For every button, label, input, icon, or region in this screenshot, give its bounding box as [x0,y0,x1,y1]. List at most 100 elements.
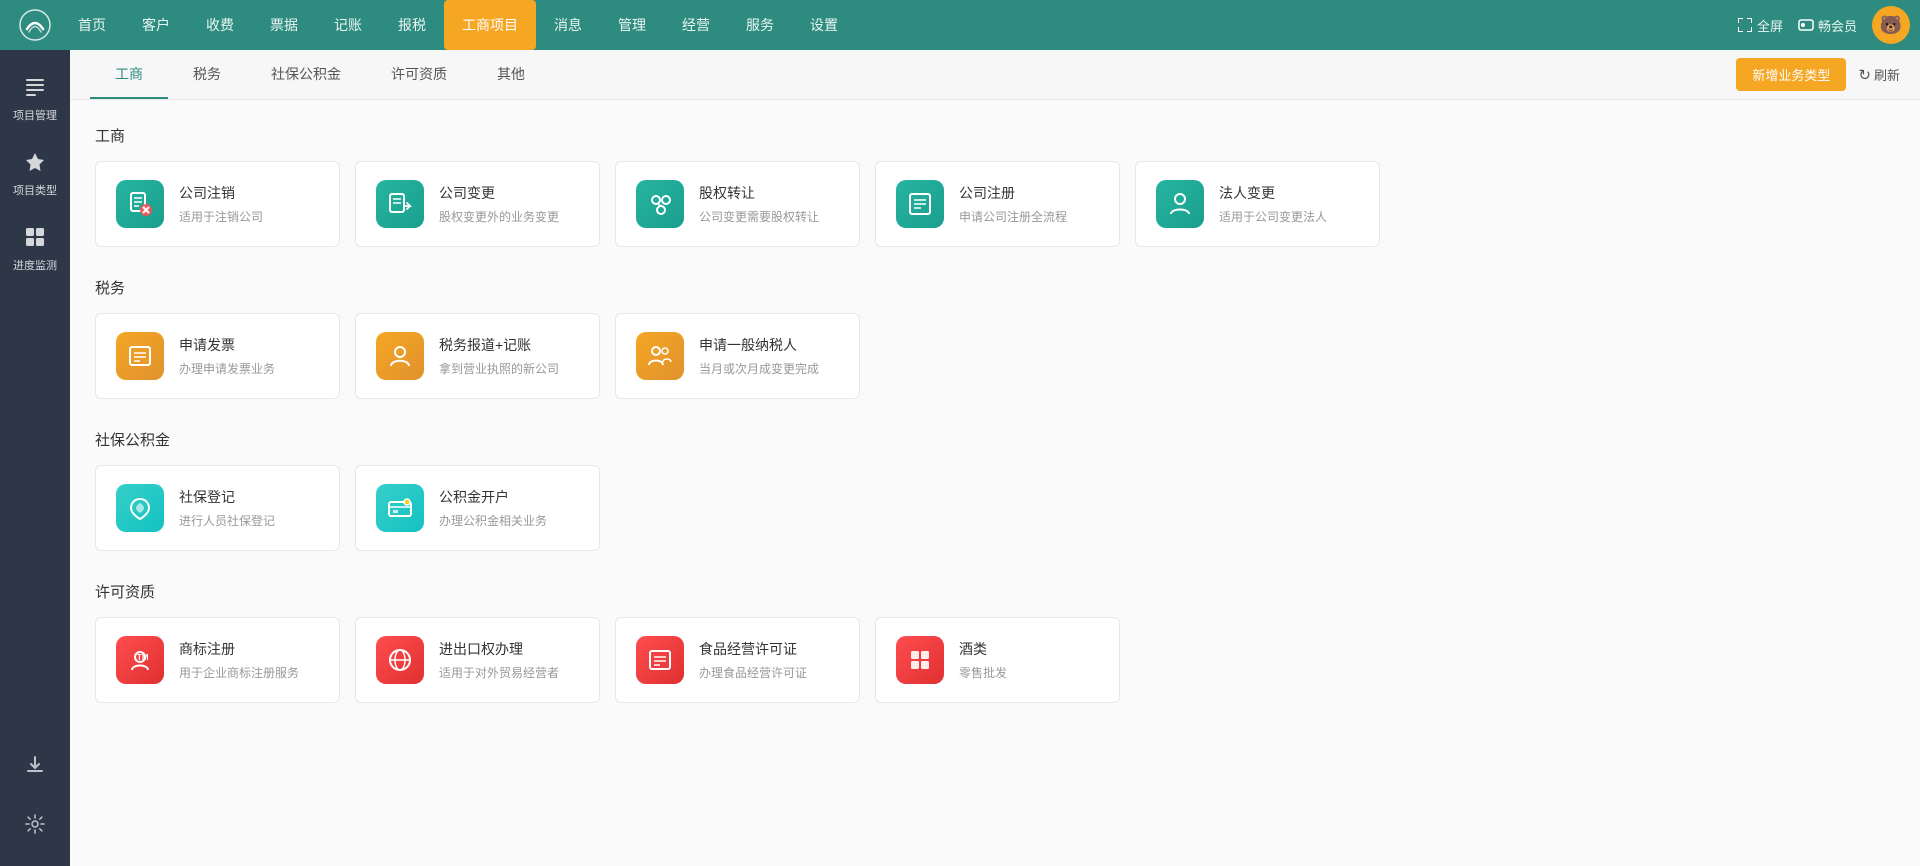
card-info: 税务报道+记账拿到营业执照的新公司 [439,335,579,377]
card-desc-text: 进行人员社保登记 [179,512,319,529]
card-info: 公司变更股权变更外的业务变更 [439,183,579,225]
nav-items: 首页客户收费票据记账报税工商项目消息管理经营服务设置 [60,0,1737,50]
card-title-text: 公司变更 [439,183,579,203]
fullscreen-button[interactable]: 全屏 [1737,16,1783,35]
cards-grid-许可资质: TM 商标注册用于企业商标注册服务 进出口权办理适用于对外贸易经营者 食品经营许可证办… [95,617,1895,703]
project-management-icon [20,72,50,102]
card-info: 股权转让公司变更需要股权转让 [699,183,839,225]
card-desc-text: 拿到营业执照的新公司 [439,360,579,377]
sidebar-bottom [15,738,55,866]
card-desc-text: 办理食品经营许可证 [699,664,839,681]
card-icon-申请一般纳税人 [636,332,684,380]
card-商标注册[interactable]: TM 商标注册用于企业商标注册服务 [95,617,340,703]
card-公司注销[interactable]: 公司注销适用于注销公司 [95,161,340,247]
nav-item-经营[interactable]: 经营 [664,0,728,50]
tab-许可资质[interactable]: 许可资质 [366,50,472,99]
card-info: 酒类零售批发 [959,639,1099,681]
card-info: 申请一般纳税人当月或次月成变更完成 [699,335,839,377]
card-desc-text: 办理公积金相关业务 [439,512,579,529]
card-公积金开户[interactable]: 公积金开户办理公积金相关业务 [355,465,600,551]
nav-item-服务[interactable]: 服务 [728,0,792,50]
mascot-avatar: 🐻 [1872,6,1910,44]
nav-item-首页[interactable]: 首页 [60,0,124,50]
card-title-text: 酒类 [959,639,1099,659]
card-title-text: 社保登记 [179,487,319,507]
card-info: 申请发票办理申请发票业务 [179,335,319,377]
nav-item-管理[interactable]: 管理 [600,0,664,50]
card-info: 进出口权办理适用于对外贸易经营者 [439,639,579,681]
new-business-type-button[interactable]: 新增业务类型 [1736,58,1846,91]
tab-其他[interactable]: 其他 [472,50,550,99]
section-title-社保公积金: 社保公积金 [95,429,1895,450]
card-法人变更[interactable]: 法人变更适用于公司变更法人 [1135,161,1380,247]
card-酒类[interactable]: 酒类零售批发 [875,617,1120,703]
nav-item-记账[interactable]: 记账 [316,0,380,50]
card-公司注册[interactable]: 公司注册申请公司注册全流程 [875,161,1120,247]
card-食品经营许可证[interactable]: 食品经营许可证办理食品经营许可证 [615,617,860,703]
card-desc-text: 股权变更外的业务变更 [439,208,579,225]
card-info: 食品经营许可证办理食品经营许可证 [699,639,839,681]
sidebar-label: 项目管理 [13,107,57,123]
cards-grid-社保公积金: 社保登记进行人员社保登记 公积金开户办理公积金相关业务 [95,465,1895,551]
card-desc-text: 申请公司注册全流程 [959,208,1099,225]
card-info: 法人变更适用于公司变更法人 [1219,183,1359,225]
section-title-许可资质: 许可资质 [95,581,1895,602]
nav-item-消息[interactable]: 消息 [536,0,600,50]
card-进出口权办理[interactable]: 进出口权办理适用于对外贸易经营者 [355,617,600,703]
card-title-text: 商标注册 [179,639,319,659]
settings-icon [20,809,50,839]
progress-icon [20,222,50,252]
section-title-工商: 工商 [95,125,1895,146]
card-icon-公司注销 [116,180,164,228]
card-info: 公积金开户办理公积金相关业务 [439,487,579,529]
nav-item-工商项目[interactable]: 工商项目 [444,0,536,50]
tabs: 工商税务社保公积金许可资质其他 [90,50,550,99]
card-info: 商标注册用于企业商标注册服务 [179,639,319,681]
project-type-icon [20,147,50,177]
card-申请一般纳税人[interactable]: 申请一般纳税人当月或次月成变更完成 [615,313,860,399]
card-title-text: 公司注销 [179,183,319,203]
card-title-text: 法人变更 [1219,183,1359,203]
nav-item-设置[interactable]: 设置 [792,0,856,50]
tab-社保公积金[interactable]: 社保公积金 [246,50,366,99]
refresh-button[interactable]: ↻ 刷新 [1858,65,1900,84]
card-icon-税务报道+记账 [376,332,424,380]
card-desc-text: 办理申请发票业务 [179,360,319,377]
sidebar-item-progress[interactable]: 进度监测 [0,210,70,285]
sidebar-label: 项目类型 [13,182,57,198]
card-desc-text: 适用于公司变更法人 [1219,208,1359,225]
tab-bar: 工商税务社保公积金许可资质其他 新增业务类型 ↻ 刷新 [70,50,1920,100]
sidebar-download[interactable] [15,738,55,792]
card-desc-text: 用于企业商标注册服务 [179,664,319,681]
tab-税务[interactable]: 税务 [168,50,246,99]
sidebar-item-project-type[interactable]: 项目类型 [0,135,70,210]
card-title-text: 进出口权办理 [439,639,579,659]
card-税务报道+记账[interactable]: 税务报道+记账拿到营业执照的新公司 [355,313,600,399]
card-股权转让[interactable]: 股权转让公司变更需要股权转让 [615,161,860,247]
member-button[interactable]: 畅会员 [1798,16,1857,35]
card-icon-社保登记 [116,484,164,532]
card-icon-酒类 [896,636,944,684]
card-公司变更[interactable]: 公司变更股权变更外的业务变更 [355,161,600,247]
nav-item-报税[interactable]: 报税 [380,0,444,50]
card-desc-text: 当月或次月成变更完成 [699,360,839,377]
sidebar-settings[interactable] [15,797,55,851]
card-社保登记[interactable]: 社保登记进行人员社保登记 [95,465,340,551]
card-申请发票[interactable]: 申请发票办理申请发票业务 [95,313,340,399]
card-icon-公司变更 [376,180,424,228]
card-icon-股权转让 [636,180,684,228]
card-title-text: 公司注册 [959,183,1099,203]
nav-item-收费[interactable]: 收费 [188,0,252,50]
card-desc-text: 适用于对外贸易经营者 [439,664,579,681]
cards-grid-税务: 申请发票办理申请发票业务 税务报道+记账拿到营业执照的新公司 申请一般纳税人当月或次… [95,313,1895,399]
content-area: 工商税务社保公积金许可资质其他 新增业务类型 ↻ 刷新 工商公司注销适用于注销公… [70,50,1920,866]
nav-item-客户[interactable]: 客户 [124,0,188,50]
sidebar-item-project-management[interactable]: 项目管理 [0,60,70,135]
tab-工商[interactable]: 工商 [90,50,168,99]
nav-item-票据[interactable]: 票据 [252,0,316,50]
svg-text:TM: TM [137,653,149,662]
scroll-content[interactable]: 工商公司注销适用于注销公司 公司变更股权变更外的业务变更 股权转让公司变更需要股权转… [70,100,1920,866]
card-title-text: 申请一般纳税人 [699,335,839,355]
card-info: 社保登记进行人员社保登记 [179,487,319,529]
card-icon-申请发票 [116,332,164,380]
